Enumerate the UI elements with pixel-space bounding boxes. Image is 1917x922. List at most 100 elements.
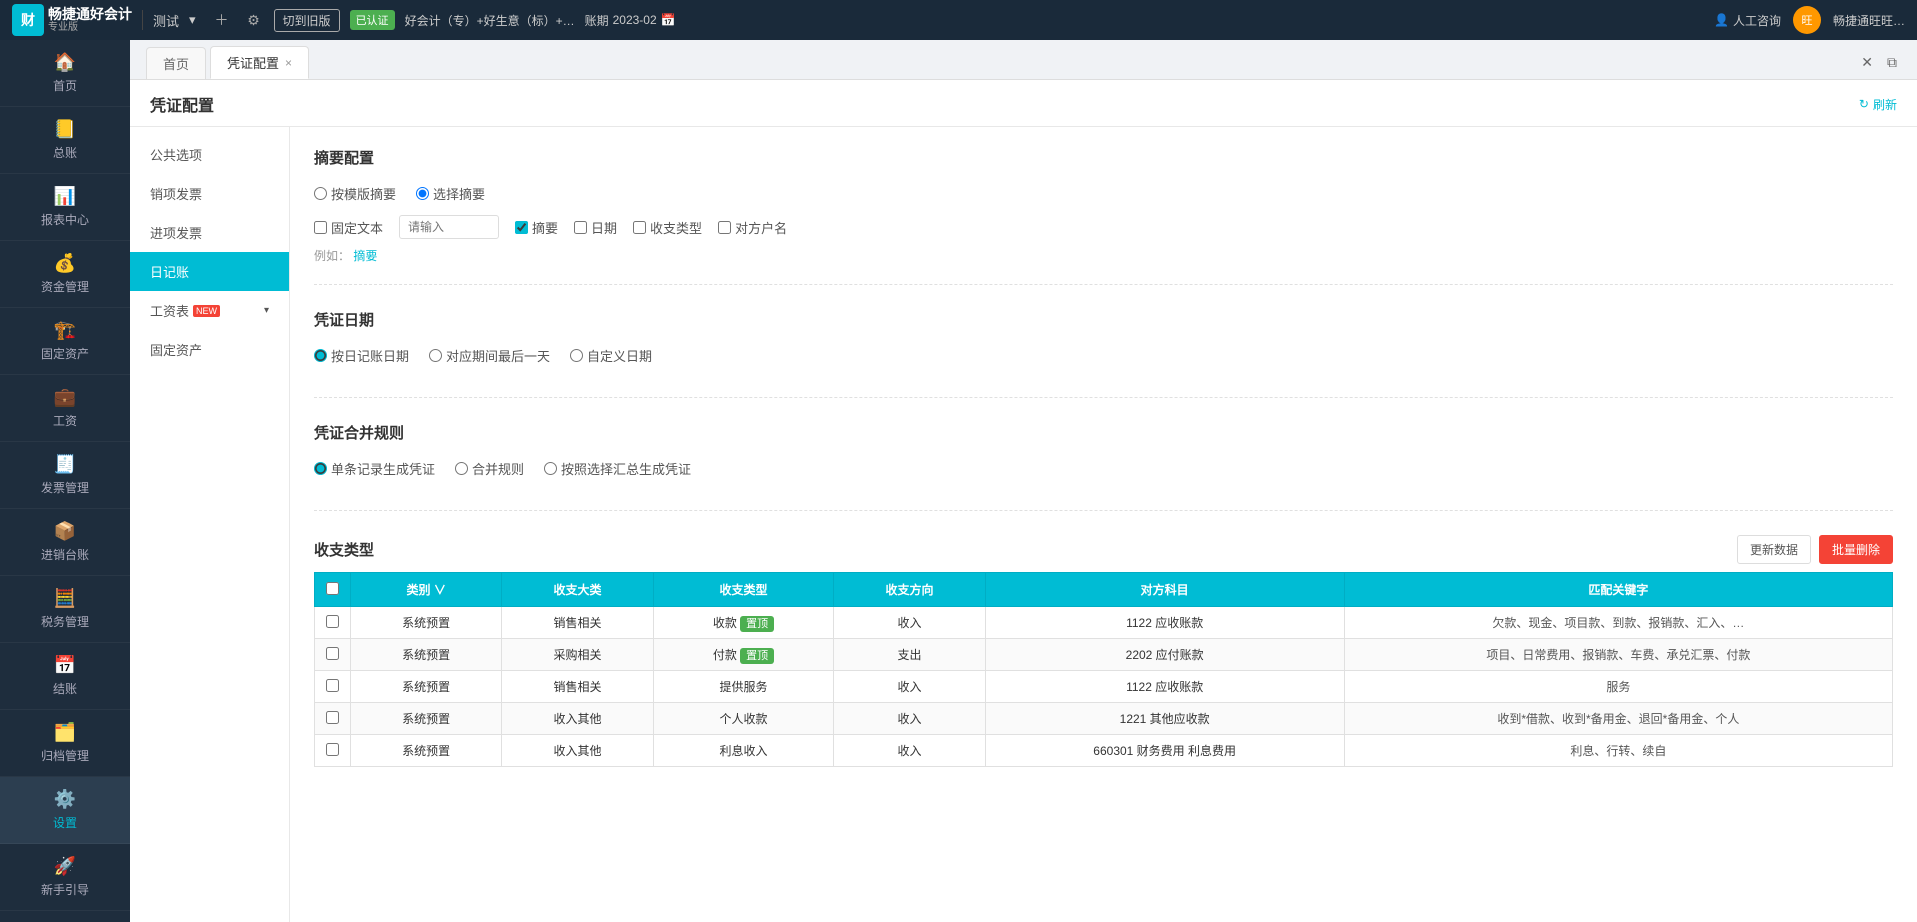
refresh-button[interactable]: ↻ 刷新 <box>1859 96 1897 123</box>
merge-radio-summary-input[interactable] <box>544 462 557 475</box>
window-close-button[interactable]: ✕ <box>1857 50 1877 75</box>
date-radio-period-last[interactable]: 对应期间最后一天 <box>429 346 550 365</box>
td-account-4: 1221 其他应收款 <box>985 703 1344 735</box>
sidebar-item-salary[interactable]: 💼 工资 <box>0 375 130 442</box>
settings-button[interactable]: ⚙ <box>242 8 266 32</box>
checkbox-summary-input[interactable] <box>515 221 528 234</box>
sidebar-item-label: 结账 <box>53 680 77 697</box>
row-checkbox-4[interactable] <box>326 711 339 724</box>
row-checkbox-2[interactable] <box>326 647 339 660</box>
sidebar-item-tax[interactable]: 🧮 税务管理 <box>0 576 130 643</box>
checkbox-fixed-text[interactable]: 固定文本 <box>314 218 383 237</box>
assets-icon: 🏗️ <box>54 320 76 341</box>
td-major-type-1: 销售相关 <box>502 607 653 639</box>
sub-nav-input-invoice[interactable]: 进项发票 <box>130 213 289 252</box>
td-income-type-5: 利息收入 <box>653 735 834 767</box>
add-button[interactable]: ＋ <box>210 8 234 32</box>
tab-close-icon[interactable]: × <box>285 56 292 70</box>
sidebar-item-closing[interactable]: 📅 结账 <box>0 643 130 710</box>
table-action-btns: 更新数据 批量删除 <box>1737 535 1893 564</box>
sidebar-item-finance[interactable]: 💰 资金管理 <box>0 241 130 308</box>
sub-nav-payroll[interactable]: 工资表 NEW ▾ <box>130 291 289 330</box>
batch-delete-button[interactable]: 批量删除 <box>1819 535 1893 564</box>
summary-checkbox-row: 固定文本 摘要 日期 收支类型 <box>314 215 1893 239</box>
user-service[interactable]: 👤 人工咨询 <box>1714 12 1781 29</box>
td-category-1: 系统预置 <box>351 607 502 639</box>
window-maximize-button[interactable]: ⧉ <box>1883 50 1901 75</box>
update-data-button[interactable]: 更新数据 <box>1737 535 1811 564</box>
sidebar-item-settings[interactable]: ⚙️ 设置 <box>0 777 130 844</box>
sub-nav-output-invoice[interactable]: 销项发票 <box>130 174 289 213</box>
date-radio-custom[interactable]: 自定义日期 <box>570 346 652 365</box>
td-income-type-4: 个人收款 <box>653 703 834 735</box>
sidebar-item-label: 总账 <box>53 144 77 161</box>
company-dropdown[interactable]: ▾ <box>189 12 196 28</box>
sidebar-item-invoice[interactable]: 🧾 发票管理 <box>0 442 130 509</box>
top-bar-right: 👤 人工咨询 旺 畅捷通旺旺… <box>1714 6 1905 34</box>
sub-nav: 公共选项 销项发票 进项发票 日记账 工资表 NEW ▾ 固定资产 <box>130 127 290 922</box>
row-checkbox-5[interactable] <box>326 743 339 756</box>
row-checkbox-3[interactable] <box>326 679 339 692</box>
summary-radio-template[interactable]: 按模版摘要 <box>314 184 396 203</box>
checkbox-income-type[interactable]: 收支类型 <box>633 218 702 237</box>
merge-radio-merge-input[interactable] <box>455 462 468 475</box>
sub-nav-public[interactable]: 公共选项 <box>130 135 289 174</box>
sidebar-item-inventory[interactable]: 📦 进销台账 <box>0 509 130 576</box>
fixed-text-input[interactable] <box>399 215 499 239</box>
td-keywords-5: 利息、行转、续自 <box>1344 735 1892 767</box>
sub-nav-journal[interactable]: 日记账 <box>130 252 289 291</box>
date-radio-custom-input[interactable] <box>570 349 583 362</box>
merge-radio-single-input[interactable] <box>314 462 327 475</box>
page-title: 凭证配置 <box>150 92 214 126</box>
checkbox-counterpart-name[interactable]: 对方户名 <box>718 218 787 237</box>
checkbox-counterpart-name-input[interactable] <box>718 221 731 234</box>
sub-nav-fixed-assets[interactable]: 固定资产 <box>130 330 289 369</box>
logo-icon: 财 <box>12 4 44 36</box>
checkbox-income-type-input[interactable] <box>633 221 646 234</box>
sidebar-item-reports[interactable]: 📊 报表中心 <box>0 174 130 241</box>
sidebar-item-ledger[interactable]: 📒 总账 <box>0 107 130 174</box>
sidebar-item-home[interactable]: 🏠 首页 <box>0 40 130 107</box>
row-checkbox-1[interactable] <box>326 615 339 628</box>
merge-radio-summary[interactable]: 按照选择汇总生成凭证 <box>544 459 691 478</box>
reset-badge-1[interactable]: 置顶 <box>740 616 774 632</box>
summary-radio-select-input[interactable] <box>416 187 429 200</box>
checkbox-fixed-text-input[interactable] <box>314 221 327 234</box>
checkbox-summary[interactable]: 摘要 <box>515 218 558 237</box>
sidebar-item-guide[interactable]: 🚀 新手引导 <box>0 844 130 911</box>
merge-radio-single[interactable]: 单条记录生成凭证 <box>314 459 435 478</box>
date-radio-journal-input[interactable] <box>314 349 327 362</box>
td-direction-4: 收入 <box>834 703 985 735</box>
merge-radio-merge[interactable]: 合并规则 <box>455 459 524 478</box>
sidebar-item-assets[interactable]: 🏗️ 固定资产 <box>0 308 130 375</box>
summary-radio-group: 按模版摘要 选择摘要 <box>314 184 1893 203</box>
date-radio-journal[interactable]: 按日记账日期 <box>314 346 409 365</box>
tab-voucher-config[interactable]: 凭证配置 × <box>210 46 309 79</box>
sidebar-item-member[interactable]: 👤 畅会员 <box>0 911 130 922</box>
sidebar-item-label: 发票管理 <box>41 479 89 496</box>
td-major-type-5: 收入其他 <box>502 735 653 767</box>
th-major-type: 收支大类 <box>502 573 653 607</box>
switch-version-button[interactable]: 切到旧版 <box>274 9 340 32</box>
main-content: 公共选项 销项发票 进项发票 日记账 工资表 NEW ▾ 固定资产 <box>130 127 1917 922</box>
date-radio-period-last-input[interactable] <box>429 349 442 362</box>
date-radio-group: 按日记账日期 对应期间最后一天 自定义日期 <box>314 346 1893 365</box>
select-all-checkbox[interactable] <box>326 582 339 595</box>
checkbox-date-input[interactable] <box>574 221 587 234</box>
th-checkbox[interactable] <box>315 573 351 607</box>
td-category-3: 系统预置 <box>351 671 502 703</box>
reset-badge-2[interactable]: 置顶 <box>740 648 774 664</box>
td-income-type-1: 收款 置顶 <box>653 607 834 639</box>
sidebar: 🏠 首页 📒 总账 📊 报表中心 💰 资金管理 🏗️ 固定资产 💼 工资 🧾 发… <box>0 40 130 922</box>
summary-radio-template-input[interactable] <box>314 187 327 200</box>
tab-home[interactable]: 首页 <box>146 47 206 79</box>
sidebar-item-archive[interactable]: 🗂️ 归档管理 <box>0 710 130 777</box>
tax-icon: 🧮 <box>54 588 76 609</box>
summary-radio-select[interactable]: 选择摘要 <box>416 184 485 203</box>
reports-icon: 📊 <box>54 186 76 207</box>
sidebar-item-label: 资金管理 <box>41 278 89 295</box>
table-row: 系统预置 收入其他 利息收入 收入 660301 财务费用 利息费用 利息、行转… <box>315 735 1893 767</box>
user-avatar: 旺 <box>1793 6 1821 34</box>
checkbox-date[interactable]: 日期 <box>574 218 617 237</box>
th-income-type: 收支类型 <box>653 573 834 607</box>
